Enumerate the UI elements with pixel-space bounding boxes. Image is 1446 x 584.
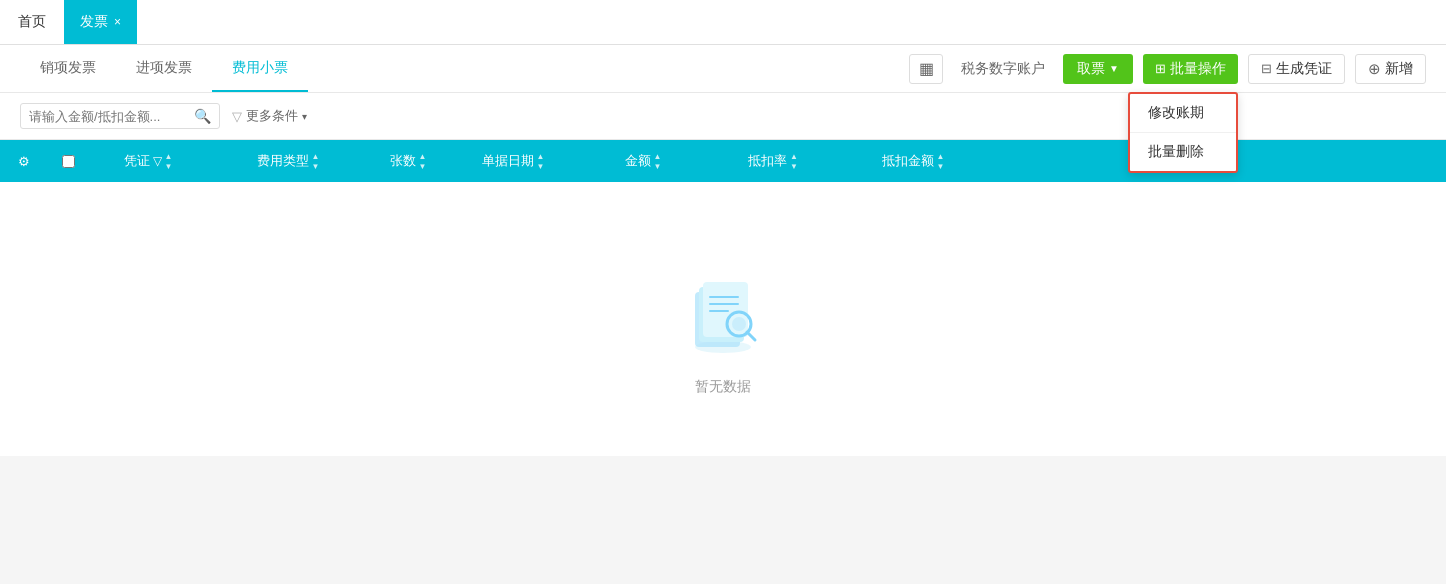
tab-expense-receipt[interactable]: 费用小票 [212,45,308,92]
deduction-amount-sort-icons: ▲▼ [937,152,945,171]
th-settings[interactable]: ⚙ [0,140,48,182]
modify-period-item[interactable]: 修改账期 [1130,94,1236,132]
select-all-checkbox[interactable] [62,155,75,168]
invoice-tab[interactable]: 发票 × [64,0,137,44]
th-expense-type[interactable]: 费用类型 ▲▼ [208,140,368,182]
svg-point-8 [732,317,746,331]
tab-sale-invoice[interactable]: 销项发票 [20,45,116,92]
more-conditions-button[interactable]: ▽ 更多条件 ▾ [232,107,307,125]
qrcode-icon: ▦ [919,59,934,78]
bulk-ops-icon: ⊞ [1155,61,1166,76]
th-deduction-rate-label: 抵扣率 [748,152,787,170]
bulk-ops-dropdown: 修改账期 批量删除 [1128,92,1238,173]
date-sort-icons: ▲▼ [537,152,545,171]
search-input[interactable] [29,109,194,124]
add-label: 新增 [1385,60,1413,78]
home-tab[interactable]: 首页 [0,0,64,44]
get-invoice-button[interactable]: 取票 ▼ [1063,54,1133,84]
bulk-ops-wrapper: ⊞ 批量操作 修改账期 批量删除 [1143,54,1238,84]
empty-state: 暂无数据 [0,182,1446,456]
empty-state-illustration [673,262,773,362]
close-icon[interactable]: × [114,15,121,29]
generate-voucher-button[interactable]: ⊟ 生成凭证 [1248,54,1345,84]
sheets-sort-icons: ▲▼ [419,152,427,171]
th-checkbox[interactable] [48,140,88,182]
th-date-label: 单据日期 [482,152,534,170]
invoice-tab-label: 发票 [80,13,108,31]
qrcode-button[interactable]: ▦ [909,54,943,84]
tax-account-button[interactable]: 税务数字账户 [953,60,1053,78]
th-amount[interactable]: 金额 ▲▼ [578,140,708,182]
th-deduction-rate[interactable]: 抵扣率 ▲▼ [708,140,838,182]
bulk-ops-label: 批量操作 [1170,60,1226,78]
generate-icon: ⊟ [1261,61,1272,76]
top-nav: 首页 发票 × [0,0,1446,45]
bulk-ops-button[interactable]: ⊞ 批量操作 [1143,54,1238,84]
th-deduction-amount-label: 抵扣金额 [882,152,934,170]
table-container: ⚙ 凭证 ▽ ▲▼ 费用类型 ▲▼ 张数 ▲▼ 单据日期 ▲▼ 金额 ▲▼ 抵扣… [0,140,1446,456]
generate-voucher-label: 生成凭证 [1276,60,1332,78]
th-deduction-amount[interactable]: 抵扣金额 ▲▼ [838,140,988,182]
chevron-down-icon-filter: ▾ [302,111,307,122]
th-voucher-label: 凭证 [124,152,150,170]
add-button[interactable]: ⊕ 新增 [1355,54,1426,84]
th-date[interactable]: 单据日期 ▲▼ [448,140,578,182]
voucher-filter-icon: ▽ [153,154,162,168]
th-sheets-label: 张数 [390,152,416,170]
batch-delete-item[interactable]: 批量删除 [1130,132,1236,171]
sub-tabs-bar: 销项发票 进项发票 费用小票 ▦ 税务数字账户 取票 ▼ ⊞ 批量操作 修改账期… [0,45,1446,93]
th-expense-type-label: 费用类型 [257,152,309,170]
svg-line-9 [747,332,755,340]
deduction-rate-sort-icons: ▲▼ [790,152,798,171]
amount-sort-icons: ▲▼ [654,152,662,171]
th-sheets[interactable]: 张数 ▲▼ [368,140,448,182]
voucher-sort-icons: ▲▼ [165,152,173,171]
settings-icon: ⚙ [18,154,30,169]
more-conditions-label: 更多条件 [246,107,298,125]
filter-icon: ▽ [232,109,242,124]
tab-purchase-invoice[interactable]: 进项发票 [116,45,212,92]
expense-type-sort-icons: ▲▼ [312,152,320,171]
sub-tabs-right: ▦ 税务数字账户 取票 ▼ ⊞ 批量操作 修改账期 批量删除 ⊟ 生成凭证 ⊕ … [909,54,1426,84]
sub-tabs-left: 销项发票 进项发票 费用小票 [20,45,308,92]
th-voucher[interactable]: 凭证 ▽ ▲▼ [88,140,208,182]
chevron-down-icon: ▼ [1109,63,1119,74]
empty-state-text: 暂无数据 [695,378,751,396]
get-invoice-label: 取票 [1077,60,1105,78]
search-input-wrap: 🔍 [20,103,220,129]
plus-icon: ⊕ [1368,60,1381,78]
th-amount-label: 金额 [625,152,651,170]
search-icon[interactable]: 🔍 [194,108,211,124]
